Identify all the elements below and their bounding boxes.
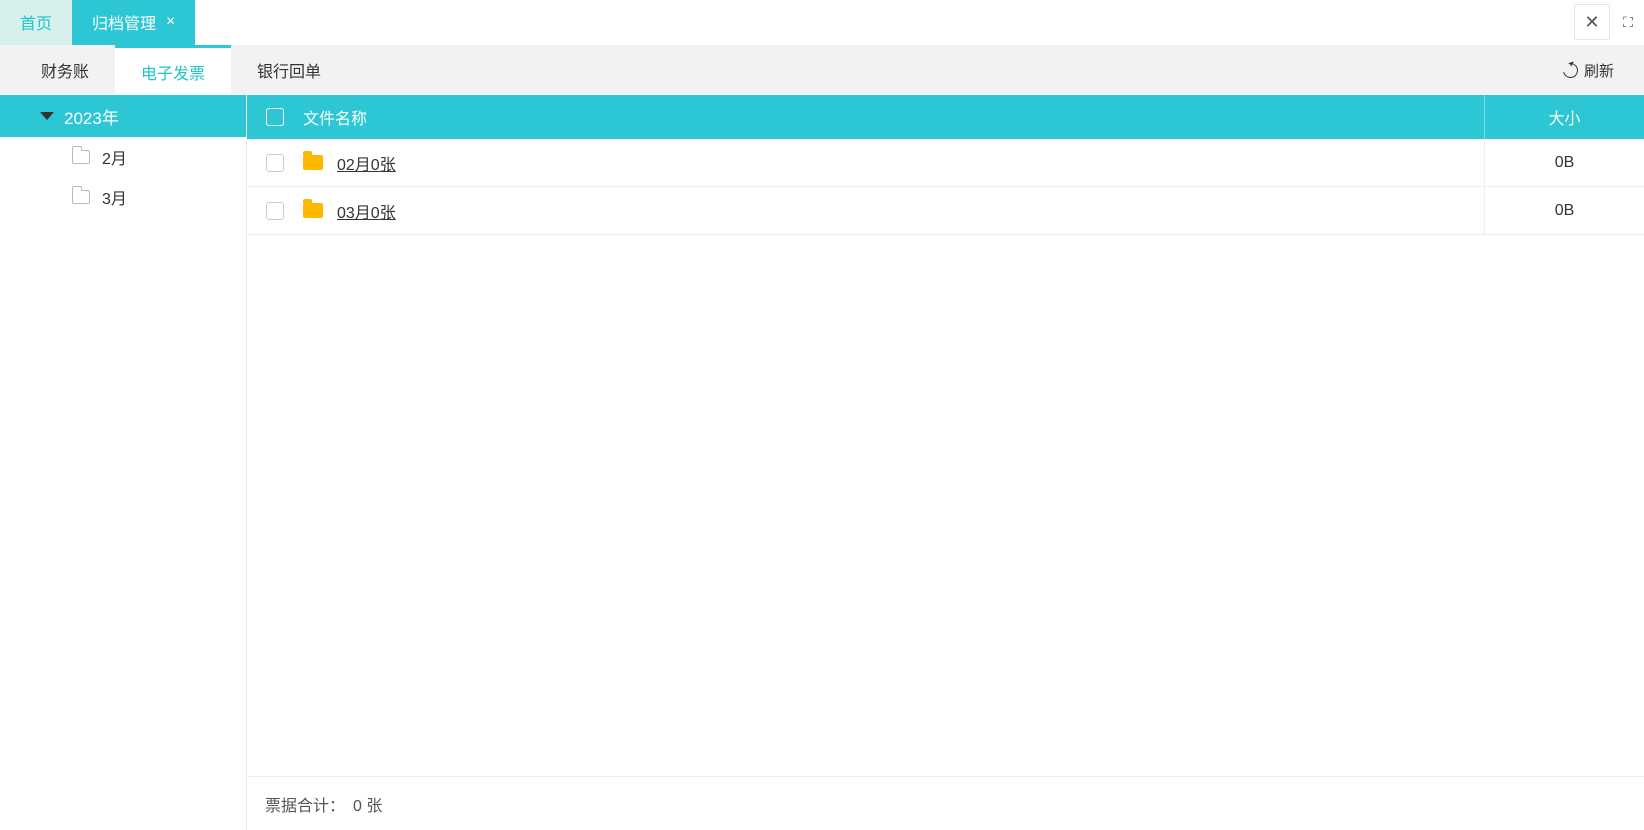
row-size-value: 0B: [1555, 154, 1575, 172]
footer-label: 票据合计：: [265, 792, 345, 816]
header-size-label: 大小: [1548, 105, 1580, 129]
folder-icon: [303, 155, 323, 170]
window-controls: ✕ ⛶: [1574, 4, 1638, 40]
refresh-button[interactable]: 刷新: [1563, 45, 1614, 95]
fullscreen-icon: ⛶: [1623, 14, 1633, 31]
select-all-checkbox[interactable]: [266, 108, 284, 126]
caret-down-icon: [40, 112, 54, 120]
tree-month-label: 2月: [102, 145, 127, 169]
table-row: 03月0张 0B: [247, 187, 1644, 235]
tab-archive-management[interactable]: 归档管理 ×: [72, 0, 195, 45]
folder-icon: [72, 150, 90, 164]
tree-month-node[interactable]: 3月: [0, 177, 246, 217]
refresh-label: 刷新: [1584, 60, 1614, 81]
main-area: 2023年 2月 3月 文件名称 大小: [0, 95, 1644, 830]
table-body: 02月0张 0B 03月0张 0B: [247, 139, 1644, 776]
row-name-cell: 03月0张: [303, 199, 1484, 223]
tab-home[interactable]: 首页: [0, 0, 72, 45]
sub-tab-einvoice[interactable]: 电子发票: [115, 45, 231, 95]
sub-tab-bar: 财务账 电子发票 银行回单 刷新: [0, 45, 1644, 95]
refresh-icon: [1560, 60, 1580, 80]
sub-tab-label: 电子发票: [141, 60, 205, 84]
content-panel: 文件名称 大小 02月0张 0B: [247, 95, 1644, 830]
top-tab-bar: 首页 归档管理 × ✕ ⛶: [0, 0, 1644, 45]
folder-icon: [303, 203, 323, 218]
folder-icon: [72, 190, 90, 204]
tree-year-node[interactable]: 2023年: [0, 95, 246, 137]
fullscreen-button[interactable]: ⛶: [1618, 4, 1638, 40]
header-name-label: 文件名称: [303, 105, 367, 129]
row-checkbox[interactable]: [266, 202, 284, 220]
header-size-cell: 大小: [1484, 95, 1644, 139]
row-check-cell: [247, 154, 303, 172]
row-checkbox[interactable]: [266, 154, 284, 172]
row-size-cell: 0B: [1484, 139, 1644, 186]
sub-tab-bank-receipt[interactable]: 银行回单: [231, 45, 347, 95]
tab-home-label: 首页: [20, 10, 52, 34]
x-icon: ✕: [1584, 12, 1599, 33]
tree-year-label: 2023年: [64, 104, 119, 129]
table-row: 02月0张 0B: [247, 139, 1644, 187]
sidebar-tree: 2023年 2月 3月: [0, 95, 247, 830]
header-name-cell: 文件名称: [303, 105, 1484, 129]
sub-tab-label: 财务账: [41, 58, 89, 82]
table-header-row: 文件名称 大小: [247, 95, 1644, 139]
close-all-tabs-button[interactable]: ✕: [1574, 4, 1610, 40]
close-icon[interactable]: ×: [166, 13, 175, 31]
file-link[interactable]: 02月0张: [337, 151, 396, 175]
row-size-cell: 0B: [1484, 187, 1644, 234]
row-check-cell: [247, 202, 303, 220]
header-check-cell: [247, 108, 303, 126]
sub-tab-label: 银行回单: [257, 58, 321, 82]
tab-archive-label: 归档管理: [92, 10, 156, 34]
footer-value: 0 张: [353, 792, 382, 816]
row-name-cell: 02月0张: [303, 151, 1484, 175]
sub-tab-finance[interactable]: 财务账: [15, 45, 115, 95]
tree-month-node[interactable]: 2月: [0, 137, 246, 177]
footer-summary: 票据合计： 0 张: [247, 776, 1644, 830]
file-link[interactable]: 03月0张: [337, 199, 396, 223]
tree-month-label: 3月: [102, 185, 127, 209]
row-size-value: 0B: [1555, 202, 1575, 220]
